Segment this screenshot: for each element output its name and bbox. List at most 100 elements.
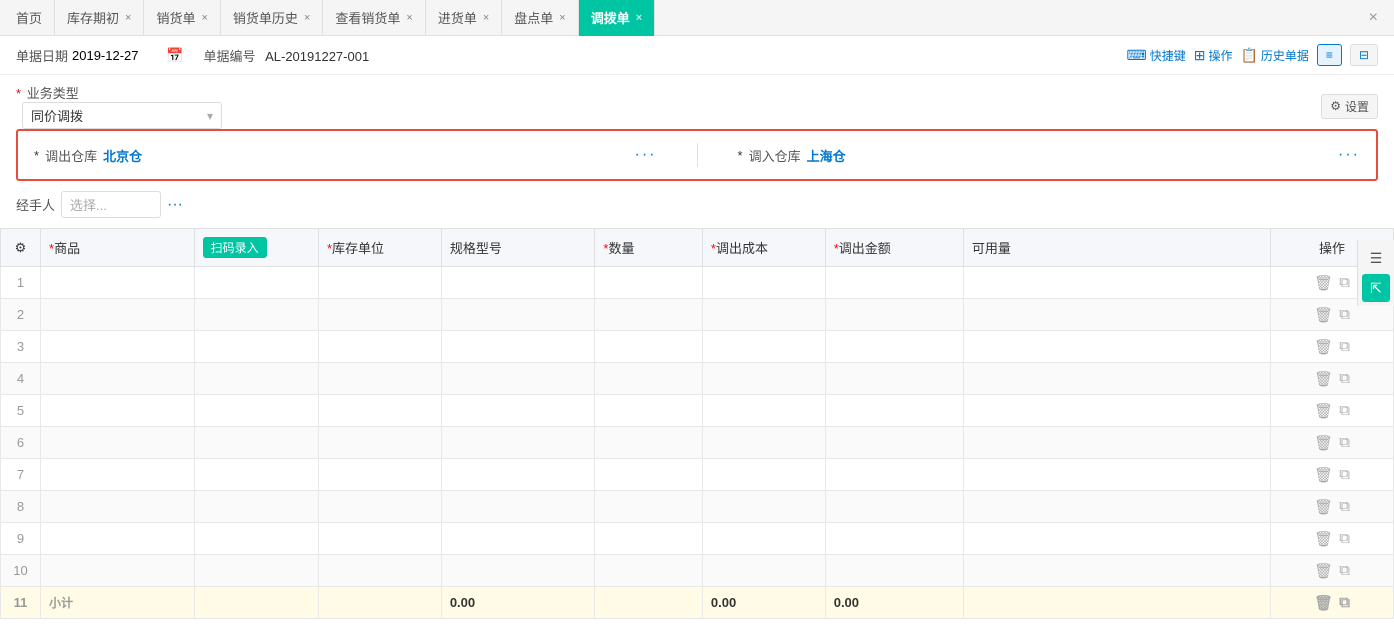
subtotal-empty-unit: [318, 587, 441, 619]
row-delete-icon-10[interactable]: 🗑: [1314, 562, 1333, 580]
row-cost-6[interactable]: [702, 427, 825, 459]
global-close-button[interactable]: ×: [1357, 9, 1390, 27]
row-cost-3[interactable]: [702, 331, 825, 363]
row-product-9[interactable]: [41, 523, 195, 555]
row-product-6[interactable]: [41, 427, 195, 459]
tab-close-sales-order[interactable]: ×: [201, 12, 207, 24]
row-actions-6: 🗑 ⧉: [1271, 427, 1394, 459]
row-copy-icon-4[interactable]: ⧉: [1339, 370, 1350, 387]
row-qty-2[interactable]: [595, 299, 703, 331]
row-copy-icon-5[interactable]: ⧉: [1339, 402, 1350, 419]
row-product-7[interactable]: [41, 459, 195, 491]
layout-btn-2[interactable]: ⊟: [1350, 44, 1378, 66]
row-amount-3[interactable]: [825, 331, 963, 363]
row-delete-icon-7[interactable]: 🗑: [1314, 466, 1333, 484]
tab-sales-order[interactable]: 销货单 ×: [144, 0, 220, 36]
calendar-icon[interactable]: 📅: [166, 47, 183, 64]
row-delete-icon-6[interactable]: 🗑: [1314, 434, 1333, 452]
tab-close-inventory-init[interactable]: ×: [125, 12, 131, 24]
row-product-1[interactable]: [41, 267, 195, 299]
row-qty-9[interactable]: [595, 523, 703, 555]
row-amount-2[interactable]: [825, 299, 963, 331]
row-copy-icon-3[interactable]: ⧉: [1339, 338, 1350, 355]
row-delete-icon-3[interactable]: 🗑: [1314, 338, 1333, 356]
tab-purchase[interactable]: 进货单 ×: [426, 0, 502, 36]
operation-btn[interactable]: ⊞ 操作: [1194, 47, 1233, 64]
row-delete-icon-2[interactable]: 🗑: [1314, 306, 1333, 324]
settings-button[interactable]: ⚙ 设置: [1321, 94, 1378, 119]
warehouse-out-more-btn[interactable]: ···: [635, 146, 657, 164]
handler-more-btn[interactable]: ···: [167, 196, 183, 214]
row-scan-7: [194, 459, 318, 491]
row-qty-8[interactable]: [595, 491, 703, 523]
tab-close-view-sales[interactable]: ×: [406, 12, 412, 24]
tab-close-purchase[interactable]: ×: [483, 12, 489, 24]
tab-home[interactable]: 首页: [4, 0, 55, 36]
row-copy-icon-6[interactable]: ⧉: [1339, 434, 1350, 451]
row-cost-7[interactable]: [702, 459, 825, 491]
tab-close-transfer[interactable]: ×: [636, 12, 642, 24]
scan-button[interactable]: 扫码录入: [203, 237, 267, 258]
row-product-3[interactable]: [41, 331, 195, 363]
col-gear-header[interactable]: ⚙: [1, 229, 41, 267]
row-amount-6[interactable]: [825, 427, 963, 459]
row-product-8[interactable]: [41, 491, 195, 523]
row-cost-5[interactable]: [702, 395, 825, 427]
tab-sales-history[interactable]: 销货单历史 ×: [221, 0, 323, 36]
tab-inventory-init[interactable]: 库存期初 ×: [55, 0, 144, 36]
row-delete-icon-1[interactable]: 🗑: [1314, 274, 1333, 292]
row-product-4[interactable]: [41, 363, 195, 395]
row-qty-1[interactable]: [595, 267, 703, 299]
row-amount-10[interactable]: [825, 555, 963, 587]
row-copy-icon-7[interactable]: ⧉: [1339, 466, 1350, 483]
tab-close-stocktake[interactable]: ×: [559, 12, 565, 24]
row-qty-7[interactable]: [595, 459, 703, 491]
row-qty-4[interactable]: [595, 363, 703, 395]
shortcut-btn[interactable]: ⌨ 快捷键: [1126, 47, 1185, 64]
row-amount-1[interactable]: [825, 267, 963, 299]
history-btn[interactable]: 📋 历史单据: [1240, 47, 1308, 64]
row-cost-8[interactable]: [702, 491, 825, 523]
row-qty-10[interactable]: [595, 555, 703, 587]
row-product-10[interactable]: [41, 555, 195, 587]
row-qty-3[interactable]: [595, 331, 703, 363]
row-delete-icon-5[interactable]: 🗑: [1314, 402, 1333, 420]
row-delete-icon-8[interactable]: 🗑: [1314, 498, 1333, 516]
row-delete-icon-9[interactable]: 🗑: [1314, 530, 1333, 548]
row-qty-6[interactable]: [595, 427, 703, 459]
row-cost-10[interactable]: [702, 555, 825, 587]
row-amount-5[interactable]: [825, 395, 963, 427]
subtotal-delete-icon[interactable]: 🗑: [1314, 594, 1333, 612]
biz-type-select[interactable]: 同价调拨 ▾: [22, 102, 222, 129]
row-unit-9: [318, 523, 441, 555]
row-cost-1[interactable]: [702, 267, 825, 299]
tab-stocktake[interactable]: 盘点单 ×: [502, 0, 578, 36]
row-cost-2[interactable]: [702, 299, 825, 331]
handler-select[interactable]: 选择...: [61, 191, 161, 218]
row-amount-4[interactable]: [825, 363, 963, 395]
warehouse-in-more-btn[interactable]: ···: [1338, 146, 1360, 164]
row-cost-4[interactable]: [702, 363, 825, 395]
tab-close-sales-history[interactable]: ×: [304, 12, 310, 24]
row-copy-icon-10[interactable]: ⧉: [1339, 562, 1350, 579]
row-cost-9[interactable]: [702, 523, 825, 555]
row-copy-icon-1[interactable]: ⧉: [1339, 274, 1350, 291]
row-copy-icon-2[interactable]: ⧉: [1339, 306, 1350, 323]
layout-btn-1[interactable]: ≡: [1317, 44, 1342, 66]
row-copy-icon-8[interactable]: ⧉: [1339, 498, 1350, 515]
row-amount-9[interactable]: [825, 523, 963, 555]
row-copy-icon-9[interactable]: ⧉: [1339, 530, 1350, 547]
tab-view-sales[interactable]: 查看销货单 ×: [323, 0, 425, 36]
sidebar-list-icon[interactable]: ☰: [1362, 244, 1390, 272]
subtotal-copy-icon[interactable]: ⧉: [1339, 594, 1350, 611]
row-amount-7[interactable]: [825, 459, 963, 491]
date-input[interactable]: [72, 48, 162, 63]
row-amount-8[interactable]: [825, 491, 963, 523]
row-product-5[interactable]: [41, 395, 195, 427]
tab-transfer[interactable]: 调拨单 ×: [579, 0, 655, 36]
sidebar-expand-icon[interactable]: ⇱: [1362, 274, 1390, 302]
row-qty-5[interactable]: [595, 395, 703, 427]
row-delete-icon-4[interactable]: 🗑: [1314, 370, 1333, 388]
doc-no-value: AL-20191227-001: [265, 49, 369, 64]
row-product-2[interactable]: [41, 299, 195, 331]
